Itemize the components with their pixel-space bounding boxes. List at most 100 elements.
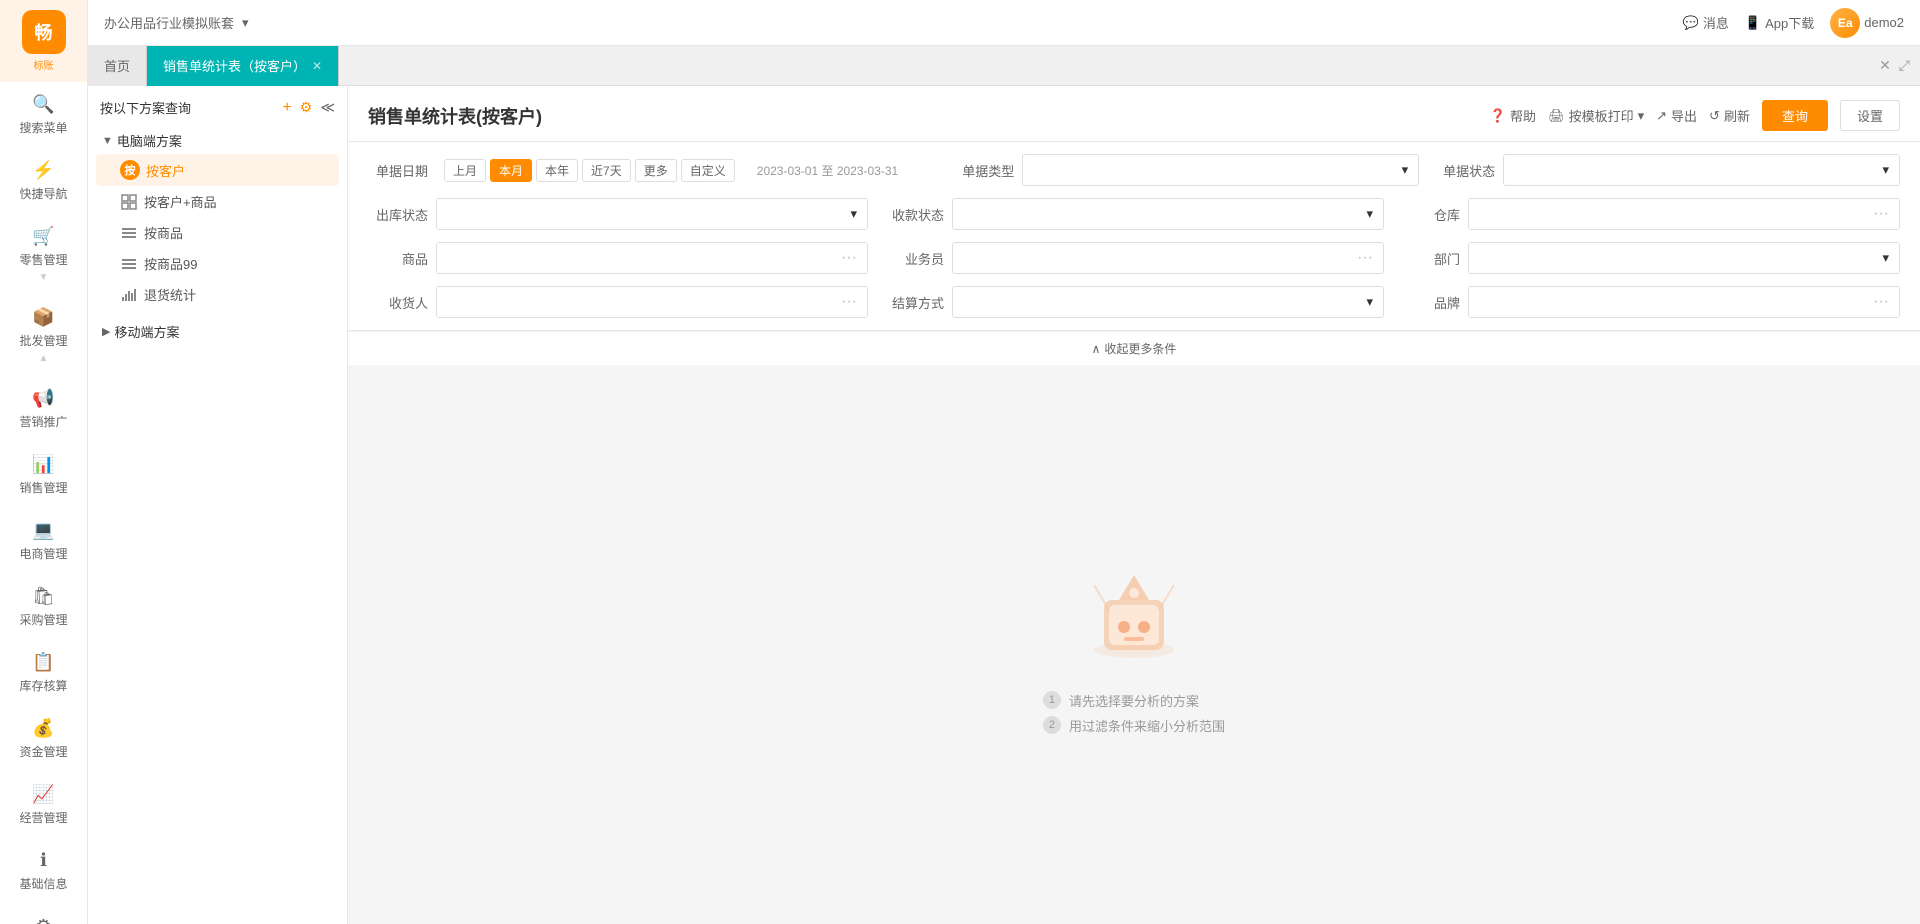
sidebar-item-purchase[interactable]: 🛍 采购管理 [0,574,87,640]
date-btn-this-month[interactable]: 本月 [490,159,532,182]
sidebar-item-inventory-label: 库存核算 [19,677,67,694]
tree-item-by-customer-label: 按客户 [146,161,185,180]
date-range: 2023-03-01 至 2023-03-31 [757,162,898,179]
tree-item-by-customer[interactable]: 按 按客户 [96,154,339,186]
query-btn[interactable]: 查询 [1762,100,1828,131]
tab-sales-stats-label: 销售单统计表（按客户） [163,56,306,75]
tab-close-btn[interactable]: ✕ [1879,57,1891,74]
receiver-group: 收货人 ··· [368,286,868,318]
print-btn[interactable]: 🖨 按模板打印 ▾ [1548,106,1644,125]
app-download-label: App下载 [1765,13,1814,32]
sidebar-item-system[interactable]: ⚙ 系统管理 [0,904,87,924]
help-btn[interactable]: ❓ 帮助 [1490,106,1536,125]
settings-scheme-btn[interactable]: ⚙ [300,99,313,116]
sales-icon: 📊 [32,454,54,475]
tree-group-mobile: ▶ 移动端方案 [88,318,347,345]
tree-group-mobile-label: 移动端方案 [114,322,179,341]
empty-tip-1-text: 请先选择要分析的方案 [1069,691,1199,710]
sidebar-item-ecommerce[interactable]: 💻 电商管理 [0,508,87,574]
sidebar-item-inventory[interactable]: 📋 库存核算 [0,640,87,706]
settings-btn[interactable]: 设置 [1840,100,1900,131]
sidebar-item-retail[interactable]: 🛒 零售管理 ▼ [0,214,87,295]
receiver-dots-icon[interactable]: ··· [841,293,857,311]
app-download-action[interactable]: 📱 App下载 [1745,13,1814,32]
receiver-input[interactable]: ··· [436,286,868,318]
department-input[interactable]: ▾ [1468,242,1900,274]
tree-group-desktop-label: 电脑端方案 [117,131,182,150]
sidebar-nav: 🔍 搜索菜单 ⚡ 快捷导航 🛒 零售管理 ▼ 📦 批发管理 ▲ 📢 营销推广 📊… [0,82,87,924]
salesman-input[interactable]: ··· [952,242,1384,274]
sidebar-item-wholesale[interactable]: 📦 批发管理 ▲ [0,295,87,376]
empty-tip-2: 2 用过滤条件来缩小分析范围 [1043,716,1225,735]
receiver-label: 收货人 [368,293,428,312]
tree-item-by-goods99[interactable]: 按商品99 [96,248,339,279]
sidebar-item-finance[interactable]: 💰 资金管理 [0,706,87,772]
order-type-input[interactable]: ▾ [1022,154,1419,186]
sidebar-item-sales[interactable]: 📊 销售管理 [0,442,87,508]
date-btn-7days[interactable]: 近7天 [582,159,631,182]
department-group: 部门 ▾ [1400,242,1900,274]
date-btn-last-month[interactable]: 上月 [444,159,486,182]
brand-dots-icon[interactable]: ··· [1873,293,1889,311]
refresh-btn[interactable]: ↺ 刷新 [1709,106,1750,125]
tab-sales-stats[interactable]: 销售单统计表（按客户） ✕ [147,46,339,86]
sidebar-item-marketing[interactable]: 📢 营销推广 [0,376,87,442]
tree-item-by-customer-goods[interactable]: 按客户+商品 [96,186,339,217]
date-btn-custom[interactable]: 自定义 [681,159,735,182]
tab-fullscreen-btn[interactable]: ⤢ [1899,57,1910,74]
quick-nav-icon: ⚡ [32,160,54,181]
payment-input[interactable]: ▾ [952,286,1384,318]
date-btn-more[interactable]: 更多 [635,159,677,182]
by-goods99-icon [120,255,138,273]
order-type-group: 单据类型 ▾ [954,154,1419,186]
tab-home[interactable]: 首页 [88,46,147,86]
brand-input[interactable]: ··· [1468,286,1900,318]
sidebar-item-search[interactable]: 🔍 搜索菜单 [0,82,87,148]
warehouse-dots-icon[interactable]: ··· [1873,205,1889,223]
sidebar-item-quick-nav[interactable]: ⚡ 快捷导航 [0,148,87,214]
tree-group-desktop-header[interactable]: ▼ 电脑端方案 [96,127,339,154]
out-status-input[interactable]: ▾ [436,198,868,230]
goods-dots-icon[interactable]: ··· [841,249,857,267]
sidebar-item-operations[interactable]: 📈 经营管理 [0,772,87,838]
filter-row-date: 单据日期 上月 本月 本年 近7天 更多 自定义 2023-03-01 至 20… [368,154,1900,186]
sidebar-item-retail-label: 零售管理 [19,251,67,268]
goods-input[interactable]: ··· [436,242,868,274]
empty-tip-1: 1 请先选择要分析的方案 [1043,691,1225,710]
content-area: 按以下方案查询 + ⚙ ≪ ▼ 电脑端方案 按 按客户 [88,86,1920,924]
empty-state: 1 请先选择要分析的方案 2 用过滤条件来缩小分析范围 [348,365,1920,924]
logo-text: 标账 [34,57,54,72]
receipt-status-input[interactable]: ▾ [952,198,1384,230]
department-dropdown-icon: ▾ [1882,250,1889,266]
user-area[interactable]: Ea demo2 [1830,8,1904,38]
goods-label: 商品 [368,249,428,268]
logo-area: 畅 标账 [0,0,87,82]
sidebar: 畅 标账 🔍 搜索菜单 ⚡ 快捷导航 🛒 零售管理 ▼ 📦 批发管理 ▲ 📢 营… [0,0,88,924]
message-action[interactable]: 💬 消息 [1683,13,1729,32]
salesman-group: 业务员 ··· [884,242,1384,274]
salesman-dots-icon[interactable]: ··· [1357,249,1373,267]
date-btn-this-year[interactable]: 本年 [536,159,578,182]
tab-close-icon[interactable]: ✕ [312,59,322,73]
inventory-icon: 📋 [32,652,54,673]
tree-group-mobile-header[interactable]: ▶ 移动端方案 [96,318,339,345]
export-btn[interactable]: ↗ 导出 [1656,106,1697,125]
tree-group-mobile-expand-icon: ▶ [102,325,110,338]
order-status-input[interactable]: ▾ [1503,154,1900,186]
tree-item-by-goods[interactable]: 按商品 [96,217,339,248]
return-stats-icon [120,286,138,304]
warehouse-input[interactable]: ··· [1468,198,1900,230]
by-customer-icon: 按 [120,160,140,180]
export-label: 导出 [1671,106,1697,125]
by-goods-icon [120,224,138,242]
tree-item-return-stats[interactable]: 退货统计 [96,279,339,310]
ecommerce-icon: 💻 [32,520,54,541]
user-avatar: Ea [1830,8,1860,38]
right-panel: 销售单统计表(按客户) ❓ 帮助 🖨 按模板打印 ▾ ↗ 导出 [348,86,1920,924]
add-scheme-btn[interactable]: + [282,99,291,117]
sidebar-item-basic[interactable]: ℹ 基础信息 [0,838,87,904]
collapse-more-btn[interactable]: ∧ 收起更多条件 [348,331,1920,365]
header-dropdown-icon[interactable]: ▾ [242,15,249,31]
collapse-more-label: 收起更多条件 [1104,340,1176,357]
collapse-panel-btn[interactable]: ≪ [320,99,335,116]
